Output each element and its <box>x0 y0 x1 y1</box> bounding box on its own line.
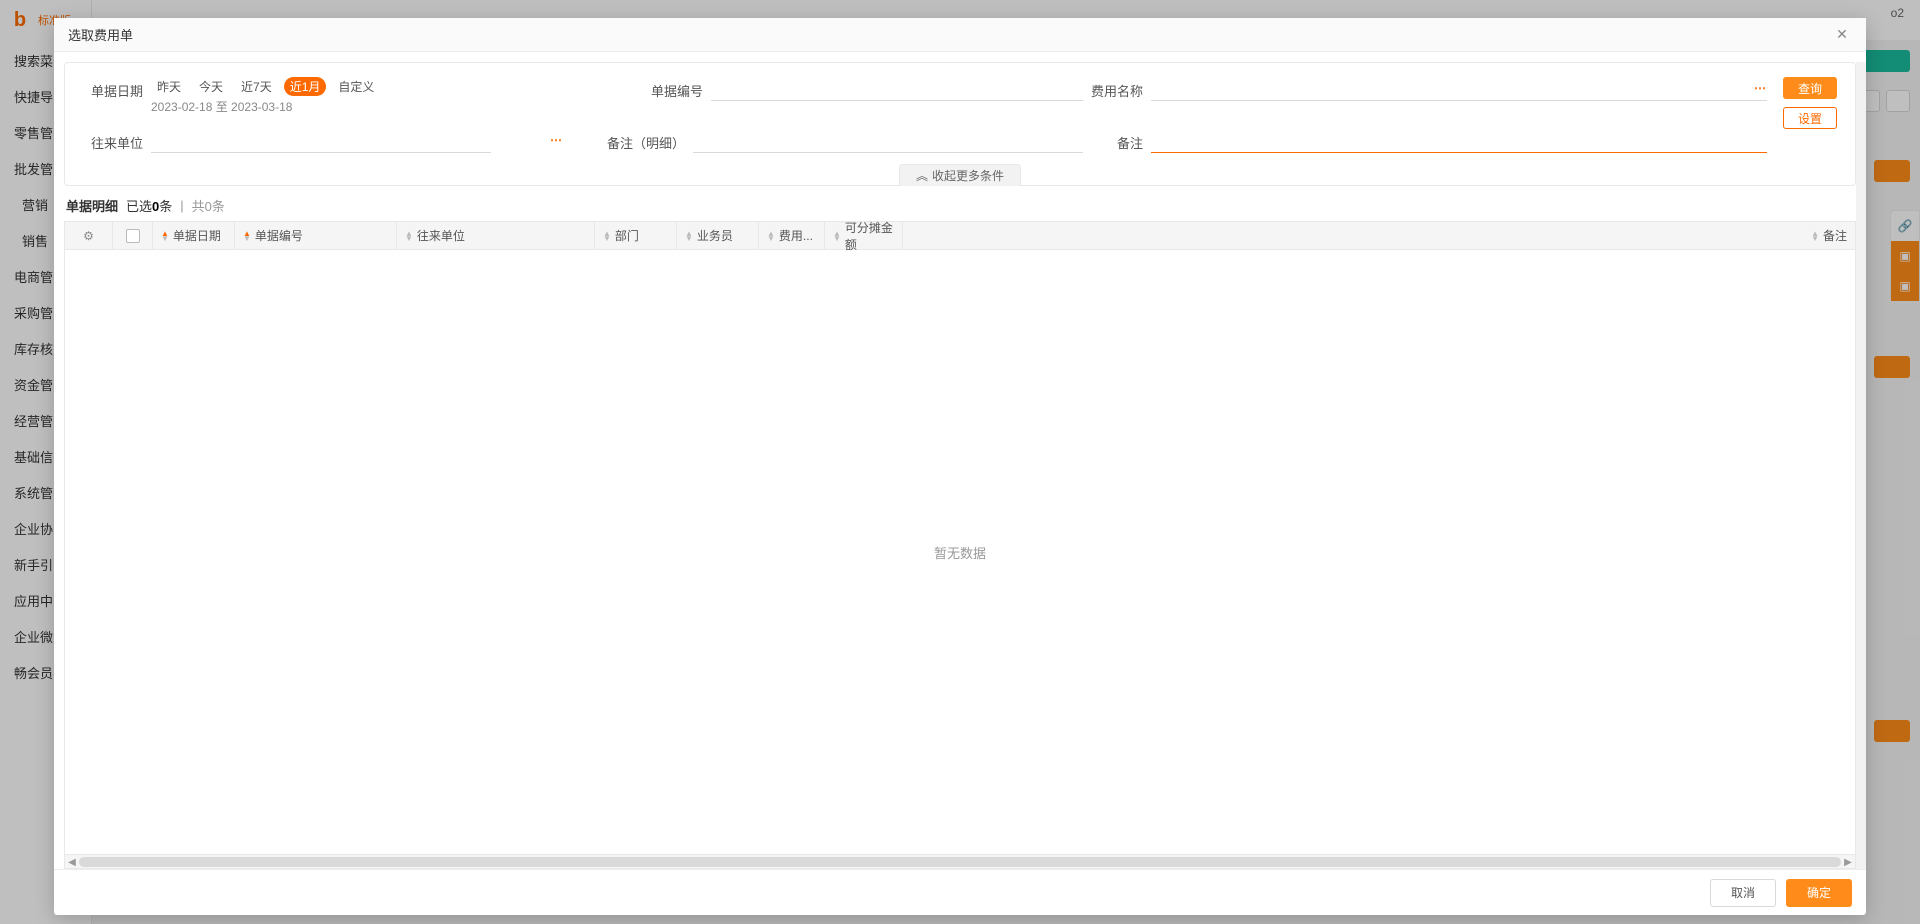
filter-code: 单据编号 <box>643 77 1083 115</box>
gear-icon: ⚙ <box>83 229 94 243</box>
detail-remark-input[interactable] <box>693 129 1083 153</box>
section-title: 单据明细 <box>66 196 118 215</box>
scroll-thumb[interactable] <box>79 857 1841 867</box>
col-amount[interactable]: ▲▼ 可分摊金额 <box>825 222 903 249</box>
date-opt-custom[interactable]: 自定义 <box>332 77 380 96</box>
cancel-button[interactable]: 取消 <box>1710 879 1776 907</box>
unit-input[interactable] <box>151 129 491 153</box>
date-opt-seven[interactable]: 近7天 <box>235 77 278 96</box>
divider: | <box>180 198 183 213</box>
collapse-bar: ︽ 收起更多条件 <box>65 167 1855 185</box>
date-range-text: 2023-02-18 至 2023-03-18 <box>151 98 643 115</box>
date-options: 昨天 今天 近7天 近1月 自定义 <box>151 77 643 96</box>
date-opt-yesterday[interactable]: 昨天 <box>151 77 187 96</box>
filter-actions: 查询 设置 <box>1783 77 1837 129</box>
unit-label: 往来单位 <box>83 129 151 152</box>
col-fee[interactable]: ▲▼ 费用... <box>759 222 825 249</box>
sort-icon: ▲▼ <box>243 231 251 241</box>
col-code[interactable]: ▲▼ 单据编号 <box>235 222 397 249</box>
table-header: ⚙ ▲▼ 单据日期 ▲▼ 单据编号 ▲▼ 往来单位 ▲▼ 部门 <box>65 222 1855 250</box>
column-settings-button[interactable]: ⚙ <box>65 222 113 249</box>
date-opt-month[interactable]: 近1月 <box>284 77 327 96</box>
modal-body: 单据日期 昨天 今天 近7天 近1月 自定义 2023-02-18 至 2023… <box>54 52 1866 869</box>
chevron-up-icon: ︽ <box>916 167 928 184</box>
col-staff[interactable]: ▲▼ 业务员 <box>677 222 759 249</box>
confirm-button[interactable]: 确定 <box>1786 879 1852 907</box>
selected-count: 已选0条 <box>126 196 172 215</box>
collapse-label: 收起更多条件 <box>932 167 1004 184</box>
collapse-button[interactable]: ︽ 收起更多条件 <box>899 164 1021 186</box>
sort-icon: ▲▼ <box>405 231 413 241</box>
modal-header: 选取费用单 ✕ <box>54 18 1866 52</box>
section-header: 单据明细 已选0条 | 共0条 <box>66 196 1854 215</box>
modal-title: 选取费用单 <box>68 25 133 44</box>
col-date[interactable]: ▲▼ 单据日期 <box>153 222 235 249</box>
scroll-left-icon[interactable]: ◀ <box>65 855 79 869</box>
col-remark[interactable]: ▲▼ 备注 <box>903 222 1855 249</box>
col-dept[interactable]: ▲▼ 部门 <box>595 222 677 249</box>
date-opt-today[interactable]: 今天 <box>193 77 229 96</box>
col-unit[interactable]: ▲▼ 往来单位 <box>397 222 595 249</box>
filter-detail-remark: 备注（明细） <box>603 129 1083 153</box>
total-count: 共0条 <box>192 196 225 215</box>
detail-remark-label: 备注（明细） <box>603 129 693 152</box>
filter-fee-name: 费用名称 ⋯ <box>1083 77 1837 115</box>
sort-icon: ▲▼ <box>1811 231 1819 241</box>
table: ⚙ ▲▼ 单据日期 ▲▼ 单据编号 ▲▼ 往来单位 ▲▼ 部门 <box>64 221 1856 869</box>
close-icon: ✕ <box>1836 26 1848 43</box>
unit-more-icon[interactable]: ⋯ <box>550 133 563 147</box>
filter-panel: 单据日期 昨天 今天 近7天 近1月 自定义 2023-02-18 至 2023… <box>64 62 1856 186</box>
code-label: 单据编号 <box>643 77 711 100</box>
fee-name-more-icon[interactable]: ⋯ <box>1754 81 1767 95</box>
scroll-right-icon[interactable]: ▶ <box>1841 855 1855 869</box>
date-label: 单据日期 <box>83 77 151 100</box>
sort-icon: ▲▼ <box>685 231 693 241</box>
table-body: 暂无数据 <box>65 250 1855 854</box>
empty-text: 暂无数据 <box>934 543 986 562</box>
sort-icon: ▲▼ <box>767 231 775 241</box>
filter-date: 单据日期 昨天 今天 近7天 近1月 自定义 2023-02-18 至 2023… <box>83 77 643 115</box>
body-scrollbar[interactable] <box>1856 62 1866 869</box>
fee-name-input[interactable] <box>1151 77 1767 101</box>
sort-icon: ▲▼ <box>603 231 611 241</box>
checkbox-icon <box>126 229 140 243</box>
code-input[interactable] <box>711 77 1083 101</box>
select-all-checkbox[interactable] <box>113 222 153 249</box>
settings-button[interactable]: 设置 <box>1783 107 1837 129</box>
sort-icon: ▲▼ <box>833 231 841 241</box>
modal-footer: 取消 确定 <box>54 869 1866 915</box>
fee-name-label: 费用名称 <box>1083 77 1151 100</box>
filter-remark: 备注 <box>1083 129 1837 153</box>
remark-input[interactable] <box>1151 129 1767 153</box>
horizontal-scrollbar[interactable]: ◀ ▶ <box>65 854 1855 868</box>
sort-icon: ▲▼ <box>161 231 169 241</box>
select-expense-modal: 选取费用单 ✕ 单据日期 昨天 今天 近7天 近1月 自定义 <box>54 18 1866 915</box>
remark-label: 备注 <box>1083 129 1151 152</box>
close-button[interactable]: ✕ <box>1832 25 1852 45</box>
filter-unit: 往来单位 ⋯ <box>83 129 603 153</box>
query-button[interactable]: 查询 <box>1783 77 1837 99</box>
